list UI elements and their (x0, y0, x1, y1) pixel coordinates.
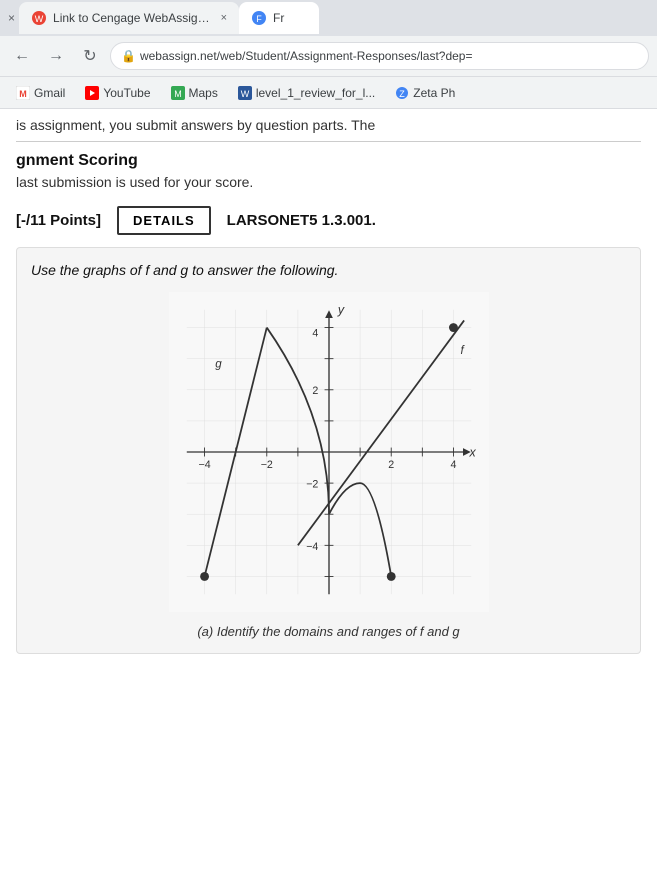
tab-title-webassign: Link to Cengage WebAssign MA (53, 11, 215, 25)
svg-text:2: 2 (388, 459, 394, 471)
problem-statement: Use the graphs of f and g to answer the … (31, 262, 626, 278)
svg-text:y: y (336, 303, 344, 317)
maps-icon: M (171, 86, 185, 100)
tab-webassign[interactable]: W Link to Cengage WebAssign MA × (19, 2, 239, 34)
bookmark-youtube[interactable]: YouTube (77, 84, 158, 102)
svg-text:−2: −2 (260, 459, 272, 471)
page-content: is assignment, you submit answers by que… (0, 109, 657, 876)
reload-button[interactable]: ↻ (76, 42, 104, 70)
scoring-title: gnment Scoring (16, 152, 641, 170)
svg-text:−4: −4 (306, 541, 318, 553)
svg-text:−2: −2 (306, 479, 318, 491)
math-graph: y x −4 −2 2 4 4 2 −2 −4 (169, 292, 489, 612)
browser-chrome: × W Link to Cengage WebAssign MA × F Fr (0, 0, 657, 109)
svg-text:W: W (241, 89, 250, 99)
svg-text:Z: Z (400, 89, 406, 99)
address-bar: ← → ↻ 🔒 webassign.net/web/Student/Assign… (0, 36, 657, 76)
svg-text:M: M (19, 89, 27, 99)
url-text: webassign.net/web/Student/Assignment-Res… (140, 49, 638, 63)
problem-header: [-/11 Points] DETAILS LARSONET5 1.3.001. (16, 206, 641, 235)
bookmark-gmail[interactable]: M Gmail (8, 84, 73, 102)
svg-text:x: x (468, 445, 476, 459)
back-button[interactable]: ← (8, 42, 36, 70)
intro-text: is assignment, you submit answers by que… (16, 109, 641, 142)
bookmark-maps-label: Maps (189, 86, 218, 100)
svg-text:g: g (215, 359, 222, 371)
graph-caption: (a) Identify the domains and ranges of f… (31, 624, 626, 639)
youtube-icon (85, 86, 99, 100)
tab-active[interactable]: F Fr (239, 2, 319, 34)
forward-button[interactable]: → (42, 42, 70, 70)
bookmark-level1[interactable]: W level_1_review_for_l... (230, 84, 383, 102)
bookmark-level1-label: level_1_review_for_l... (256, 86, 375, 100)
word-icon: W (238, 86, 252, 100)
gmail-icon: M (16, 86, 30, 100)
tab-close-btn[interactable]: × (8, 11, 15, 25)
bookmark-youtube-label: YouTube (103, 86, 150, 100)
svg-text:W: W (35, 14, 44, 24)
bookmark-zeta[interactable]: Z Zeta Ph (387, 84, 463, 102)
url-bar[interactable]: 🔒 webassign.net/web/Student/Assignment-R… (110, 42, 649, 70)
tab-bar: × W Link to Cengage WebAssign MA × F Fr (0, 0, 657, 36)
problem-id: LARSONET5 1.3.001. (227, 212, 376, 229)
tab-favicon-webassign: W (31, 10, 47, 26)
scoring-desc: last submission is used for your score. (16, 174, 641, 190)
bookmark-zeta-label: Zeta Ph (413, 86, 455, 100)
svg-text:2: 2 (312, 385, 318, 397)
zeta-icon: Z (395, 86, 409, 100)
svg-text:4: 4 (312, 327, 318, 339)
svg-text:M: M (174, 89, 182, 99)
problem-box: Use the graphs of f and g to answer the … (16, 247, 641, 654)
details-button[interactable]: DETAILS (117, 206, 211, 235)
svg-text:−4: −4 (198, 459, 210, 471)
svg-text:F: F (256, 14, 262, 24)
bookmark-maps[interactable]: M Maps (163, 84, 226, 102)
graph-container: y x −4 −2 2 4 4 2 −2 −4 (31, 292, 626, 612)
svg-text:4: 4 (450, 459, 456, 471)
bookmarks-bar: M Gmail YouTube M Maps W level (0, 76, 657, 108)
tab-close-webassign[interactable]: × (221, 12, 227, 24)
lock-icon: 🔒 (121, 49, 136, 63)
tab-favicon-active: F (251, 10, 267, 26)
tab-title-active: Fr (273, 11, 307, 25)
bookmark-gmail-label: Gmail (34, 86, 65, 100)
scoring-section: gnment Scoring last submission is used f… (16, 152, 641, 190)
points-label: [-/11 Points] (16, 212, 101, 229)
